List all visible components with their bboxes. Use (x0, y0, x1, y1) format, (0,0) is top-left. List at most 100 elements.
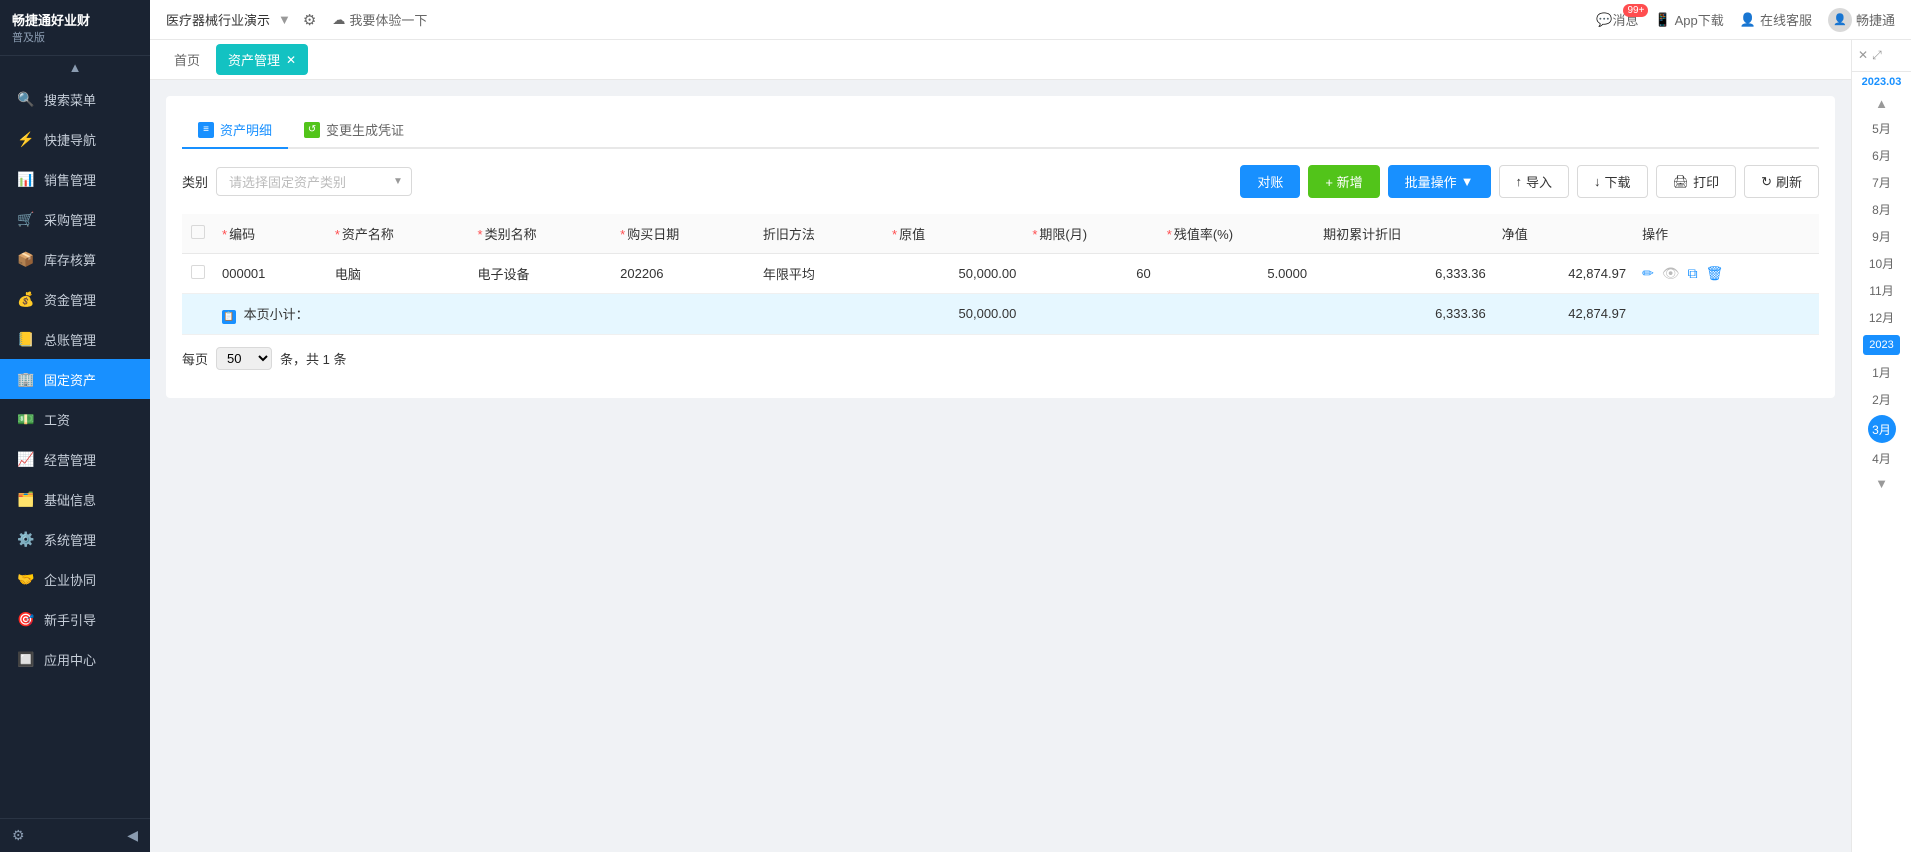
refresh-button[interactable]: ↻ 刷新 (1744, 165, 1819, 198)
right-panel-close-icon[interactable]: ✕ (1858, 48, 1868, 63)
header-purchase-date: *购买日期 (612, 214, 755, 254)
collapse-icon[interactable]: ◀ (127, 827, 138, 844)
sidebar-item-general[interactable]: 📒 总账管理 (0, 319, 150, 359)
general-icon: 📒 (16, 329, 36, 349)
view-icon[interactable]: 👁 (1662, 265, 1680, 282)
right-panel-controls: ✕ ⤢ (1858, 48, 1882, 63)
online-service-button[interactable]: 👤 在线客服 (1740, 10, 1812, 29)
row-checkbox[interactable] (191, 265, 205, 279)
row-residual-rate: 5.0000 (1159, 254, 1315, 294)
row-purchase-date: 202206 (612, 254, 755, 294)
topbar-gear-icon[interactable]: ⚙ (303, 11, 316, 29)
row-period: 60 (1024, 254, 1158, 294)
reconcile-button[interactable]: 对账 (1240, 165, 1300, 198)
month-7[interactable]: 7月 (1852, 169, 1911, 196)
sidebar-item-fixed-assets[interactable]: 🏢 固定资产 (0, 359, 150, 399)
select-all-checkbox[interactable] (191, 225, 205, 239)
sidebar-item-quick-nav[interactable]: ⚡ 快捷导航 (0, 119, 150, 159)
sales-icon: 📊 (16, 169, 36, 189)
month-3-current[interactable]: 3月 (1868, 415, 1896, 443)
month-2[interactable]: 2月 (1852, 386, 1911, 413)
user-menu[interactable]: 👤 畅捷通 (1828, 8, 1895, 32)
month-11[interactable]: 11月 (1852, 277, 1911, 304)
app-icon: 📱 (1654, 12, 1670, 28)
sidebar-item-search[interactable]: 🔍 搜索菜单 (0, 79, 150, 119)
sidebar-menu: 🔍 搜索菜单 ⚡ 快捷导航 📊 销售管理 🛒 采购管理 📦 库存核算 💰 资金管… (0, 79, 150, 818)
import-button[interactable]: ↑ 导入 (1499, 165, 1570, 198)
tab-asset-detail[interactable]: ≡ 资产明细 (182, 112, 288, 149)
year-2023-badge[interactable]: 2023 (1863, 335, 1899, 355)
header-original-value: *原值 (884, 214, 1024, 254)
month-6[interactable]: 6月 (1852, 142, 1911, 169)
tab-home[interactable]: 首页 (166, 50, 208, 69)
sidebar-item-guide[interactable]: 🎯 新手引导 (0, 599, 150, 639)
app-title: 畅捷通好业财 (12, 10, 138, 29)
right-panel-header: ✕ ⤢ (1852, 40, 1911, 72)
month-9[interactable]: 9月 (1852, 223, 1911, 250)
sidebar-item-system[interactable]: ⚙️ 系统管理 (0, 519, 150, 559)
sidebar-item-app-center[interactable]: 🔲 应用中心 (0, 639, 150, 679)
category-input[interactable]: 请选择固定资产类别 (229, 172, 389, 191)
month-8[interactable]: 8月 (1852, 196, 1911, 223)
category-dropdown-icon: ▼ (393, 176, 403, 187)
tab-change-voucher[interactable]: ↺ 变更生成凭证 (288, 112, 420, 149)
subtotal-row: 📋 本页小计： 50,000.00 6,333.36 42,874.97 (182, 294, 1819, 335)
per-page-select[interactable]: 50 100 (216, 347, 272, 370)
month-4[interactable]: 4月 (1852, 445, 1911, 472)
delete-icon[interactable]: 🗑 (1706, 265, 1724, 282)
company-dropdown-icon[interactable]: ▼ (278, 12, 291, 27)
sidebar-item-salary[interactable]: 💵 工资 (0, 399, 150, 439)
month-12[interactable]: 12月 (1852, 304, 1911, 331)
sidebar-item-basic-info[interactable]: 🗂️ 基础信息 (0, 479, 150, 519)
print-button[interactable]: 🖨 打印 (1656, 165, 1737, 198)
app-download-button[interactable]: 📱 App下载 (1654, 10, 1723, 29)
header-checkbox-cell (182, 214, 214, 254)
batch-ops-button[interactable]: 批量操作 ▼ (1388, 165, 1491, 198)
sidebar-item-funds[interactable]: 💰 资金管理 (0, 279, 150, 319)
month-1[interactable]: 1月 (1852, 359, 1911, 386)
row-original-value: 50,000.00 (884, 254, 1024, 294)
tab-asset-management[interactable]: 资产管理 ✕ (216, 44, 308, 75)
subtotal-label: 本页小计： (244, 307, 309, 322)
main-card: ≡ 资产明细 ↺ 变更生成凭证 类别 (166, 96, 1835, 398)
right-panel-expand-icon[interactable]: ⤢ (1872, 48, 1882, 63)
refresh-icon: ↻ (1761, 174, 1772, 190)
month-5[interactable]: 5月 (1852, 115, 1911, 142)
right-panel-scroll-up[interactable]: ▲ (1871, 92, 1892, 115)
sidebar-item-label: 工资 (44, 410, 70, 429)
subtotal-actions-empty (1634, 294, 1819, 335)
sidebar-item-enterprise[interactable]: 🤝 企业协同 (0, 559, 150, 599)
company-name[interactable]: 医疗器械行业演示 (166, 10, 270, 29)
purchase-icon: 🛒 (16, 209, 36, 229)
app-center-icon: 🔲 (16, 649, 36, 669)
tab-close-icon[interactable]: ✕ (286, 53, 296, 67)
app-subtitle: 普及版 (12, 29, 138, 45)
month-10[interactable]: 10月 (1852, 250, 1911, 277)
subtotal-period-empty (1024, 294, 1158, 335)
settings-icon[interactable]: ⚙ (12, 827, 25, 844)
messages-button[interactable]: 💬 消息 99+ (1596, 10, 1638, 29)
copy-icon[interactable]: ⧉ (1688, 265, 1698, 282)
sidebar-item-operations[interactable]: 📈 经营管理 (0, 439, 150, 479)
toolbar-left: 类别 请选择固定资产类别 ▼ (182, 167, 1232, 196)
toolbar-right: 对账 + 新增 批量操作 ▼ ↑ 导入 ↓ (1240, 165, 1819, 198)
row-actions: ✏ 👁 ⧉ 🗑 (1634, 254, 1819, 294)
new-button[interactable]: + 新增 (1308, 165, 1379, 198)
experience-button[interactable]: ☁ 我要体验一下 (332, 10, 427, 29)
sidebar-scroll-up[interactable]: ▲ (0, 56, 150, 79)
row-category: 电子设备 (470, 254, 613, 294)
service-icon: 👤 (1740, 12, 1756, 28)
sidebar-item-inventory[interactable]: 📦 库存核算 (0, 239, 150, 279)
sidebar-item-sales[interactable]: 📊 销售管理 (0, 159, 150, 199)
edit-icon[interactable]: ✏ (1642, 265, 1654, 282)
download-button[interactable]: ↓ 下载 (1577, 165, 1648, 198)
row-code: 000001 (214, 254, 327, 294)
right-panel-scroll-down[interactable]: ▼ (1871, 472, 1892, 495)
topbar-right: 💬 消息 99+ 📱 App下载 👤 在线客服 👤 畅捷通 (1596, 8, 1895, 32)
header-initial-accumulated: 期初累计折旧 (1315, 214, 1494, 254)
category-select[interactable]: 请选择固定资产类别 ▼ (216, 167, 412, 196)
tab-active-label: 资产管理 (228, 50, 280, 69)
header-net-value: 净值 (1494, 214, 1634, 254)
sidebar-item-purchase[interactable]: 🛒 采购管理 (0, 199, 150, 239)
message-badge: 99+ (1623, 4, 1648, 17)
